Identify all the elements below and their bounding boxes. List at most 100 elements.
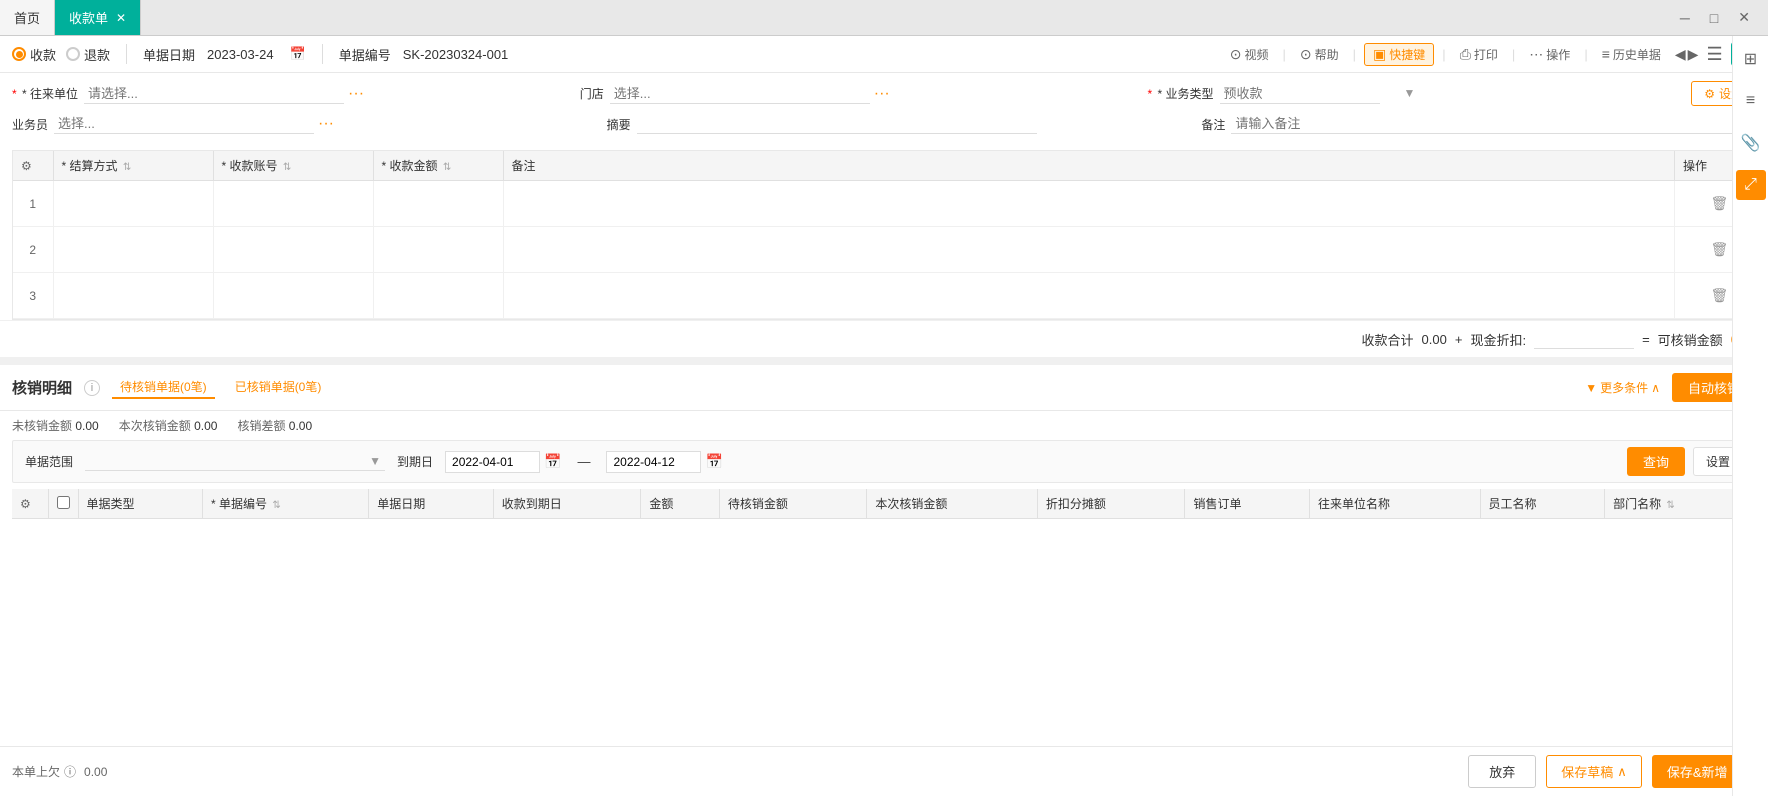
sidebar-expand-icon: ⤢ xyxy=(1744,176,1757,194)
video-icon: ⊙ xyxy=(1230,46,1242,63)
close-button[interactable]: ✕ xyxy=(1732,7,1756,28)
stat-this-verify: 本次核销金额 0.00 xyxy=(119,417,218,434)
prev-arrow[interactable]: ◀ xyxy=(1675,46,1686,63)
total-label: 收款合计 xyxy=(1362,330,1414,349)
abandon-button[interactable]: 放弃 xyxy=(1468,755,1536,788)
delete-icon-1[interactable]: 🗑 xyxy=(1710,195,1728,212)
right-sidebar: ⊞ ≡ 📎 ⤢ xyxy=(1732,36,1768,796)
range-select[interactable]: ▼ xyxy=(85,452,385,471)
business-type-input[interactable] xyxy=(1220,84,1404,103)
chevron-up-icon: ∧ xyxy=(1651,381,1660,395)
save-draft-arrow[interactable]: ∧ xyxy=(1617,764,1627,780)
date-from-input[interactable] xyxy=(445,451,540,473)
cell-settlement-1[interactable] xyxy=(53,181,213,227)
cell-remark-2[interactable] xyxy=(503,227,1675,273)
stat-diff: 核销差额 0.00 xyxy=(237,417,312,434)
shortcut-btn[interactable]: ▣ 快捷键 xyxy=(1364,43,1434,66)
th-account: * 收款账号 ⇅ xyxy=(213,151,373,181)
select-all-checkbox[interactable] xyxy=(57,496,70,509)
business-type-select[interactable]: ▼ xyxy=(1220,84,1380,104)
radio-refund[interactable]: 退款 xyxy=(66,45,110,64)
summary-input[interactable] xyxy=(637,114,1037,134)
date-from-calendar-icon[interactable]: 📅 xyxy=(544,453,561,470)
due-date-label: 到期日 xyxy=(397,453,433,470)
settings-gear-icon: ⚙ xyxy=(1704,87,1715,101)
table-gear-icon[interactable]: ⚙ xyxy=(21,159,32,173)
cell-remark-3[interactable] xyxy=(503,273,1675,319)
bottom-table-wrap: ⚙ 单据类型 * 单据编号 ⇅ 单据日期 xyxy=(12,489,1756,746)
sidebar-expand-btn[interactable]: ⤢ xyxy=(1736,170,1766,200)
sort-amount-icon: ⇅ xyxy=(443,162,451,173)
bth-counterpart: 往来单位名称 xyxy=(1310,489,1481,519)
tab-home-label: 首页 xyxy=(14,8,40,27)
cell-settlement-3[interactable] xyxy=(53,273,213,319)
bottom-table-gear-icon[interactable]: ⚙ xyxy=(20,497,31,511)
radio-receipt-dot xyxy=(12,47,26,61)
bth-checkbox xyxy=(48,489,78,519)
business-type-field: * * 业务类型 ▼ xyxy=(1147,84,1675,104)
verify-tab-pending[interactable]: 待核销单据(0笔) xyxy=(112,376,215,399)
form-row-2: 业务员 ··· 摘要 备注 xyxy=(12,114,1756,134)
salesperson-input[interactable] xyxy=(54,114,314,134)
salesperson-label: 业务员 xyxy=(12,116,48,133)
cell-account-2[interactable] xyxy=(213,227,373,273)
store-more-btn[interactable]: ··· xyxy=(874,85,890,103)
save-draft-button[interactable]: 保存草稿 ∧ xyxy=(1546,755,1642,788)
print-btn[interactable]: ⎙ 打印 xyxy=(1454,44,1504,65)
sidebar-list-btn[interactable]: ≡ xyxy=(1736,86,1766,116)
delete-icon-3[interactable]: 🗑 xyxy=(1710,287,1728,304)
delete-icon-2[interactable]: 🗑 xyxy=(1710,241,1728,258)
receipt-table: ⚙ * 结算方式 ⇅ * 收款账号 ⇅ * 收款金额 ⇅ xyxy=(13,151,1755,319)
discount-input[interactable] xyxy=(1534,329,1634,349)
sidebar-table-btn[interactable]: ⊞ xyxy=(1736,44,1766,74)
help-btn[interactable]: ⊙ 帮助 xyxy=(1294,44,1345,65)
maximize-button[interactable]: □ xyxy=(1704,8,1724,28)
sort-settlement-icon: ⇅ xyxy=(123,162,131,173)
tab-receipt[interactable]: 收款单 ✕ xyxy=(55,0,141,35)
cell-amount-3[interactable] xyxy=(373,273,503,319)
filter-icon: ▼ xyxy=(1585,381,1597,395)
row-num-3: 3 xyxy=(13,273,53,319)
bth-this-amount: 本次核销金额 xyxy=(867,489,1038,519)
counterpart-input[interactable] xyxy=(84,84,344,104)
counterpart-field: * * 往来单位 ··· xyxy=(12,84,540,104)
cell-account-3[interactable] xyxy=(213,273,373,319)
layout-list-icon[interactable]: ☰ xyxy=(1706,44,1722,65)
query-button[interactable]: 查询 xyxy=(1627,447,1685,476)
bottom-table: ⚙ 单据类型 * 单据编号 ⇅ 单据日期 xyxy=(12,489,1756,519)
tab-close-icon[interactable]: ✕ xyxy=(116,11,126,25)
video-label: 视频 xyxy=(1245,46,1269,63)
balance-info-icon[interactable]: ⓘ xyxy=(64,763,76,780)
more-conditions-btn[interactable]: ▼ 更多条件 ∧ xyxy=(1585,379,1660,396)
summary-field: 摘要 xyxy=(607,114,1162,134)
operation-btn[interactable]: ⋯ 操作 xyxy=(1523,44,1576,65)
tab-home[interactable]: 首页 xyxy=(0,0,55,35)
date-icon[interactable]: 📅 xyxy=(290,46,306,62)
cell-settlement-2[interactable] xyxy=(53,227,213,273)
business-type-arrow[interactable]: ▼ xyxy=(1404,86,1416,100)
salesperson-more-btn[interactable]: ··· xyxy=(318,115,334,133)
form-area: * * 往来单位 ··· 门店 ··· * * 业务类型 xyxy=(0,73,1768,150)
cell-amount-2[interactable] xyxy=(373,227,503,273)
date-to-calendar-icon[interactable]: 📅 xyxy=(705,453,722,470)
minimize-button[interactable]: ─ xyxy=(1674,8,1696,28)
history-btn[interactable]: ≡ 历史单据 xyxy=(1596,44,1667,65)
radio-group: 收款 退款 xyxy=(12,45,110,64)
verify-info-icon[interactable]: i xyxy=(84,380,100,396)
range-arrow[interactable]: ▼ xyxy=(369,454,381,468)
cell-remark-1[interactable] xyxy=(503,181,1675,227)
th-remark: 备注 xyxy=(503,151,1675,181)
radio-receipt[interactable]: 收款 xyxy=(12,45,56,64)
tab-bar-right: ─ □ ✕ xyxy=(1674,7,1768,28)
sidebar-clip-btn[interactable]: 📎 xyxy=(1736,128,1766,158)
next-arrow[interactable]: ▶ xyxy=(1688,46,1699,63)
cell-amount-1[interactable] xyxy=(373,181,503,227)
verify-header: 核销明细 i 待核销单据(0笔) 已核销单据(0笔) ▼ 更多条件 ∧ 自动核销 xyxy=(0,365,1768,411)
video-btn[interactable]: ⊙ 视频 xyxy=(1224,44,1275,65)
remark-input[interactable] xyxy=(1231,114,1756,134)
store-input[interactable] xyxy=(610,84,870,104)
date-to-input[interactable] xyxy=(606,451,701,473)
counterpart-more-btn[interactable]: ··· xyxy=(348,85,364,103)
cell-account-1[interactable] xyxy=(213,181,373,227)
verify-tab-done[interactable]: 已核销单据(0笔) xyxy=(227,376,330,399)
